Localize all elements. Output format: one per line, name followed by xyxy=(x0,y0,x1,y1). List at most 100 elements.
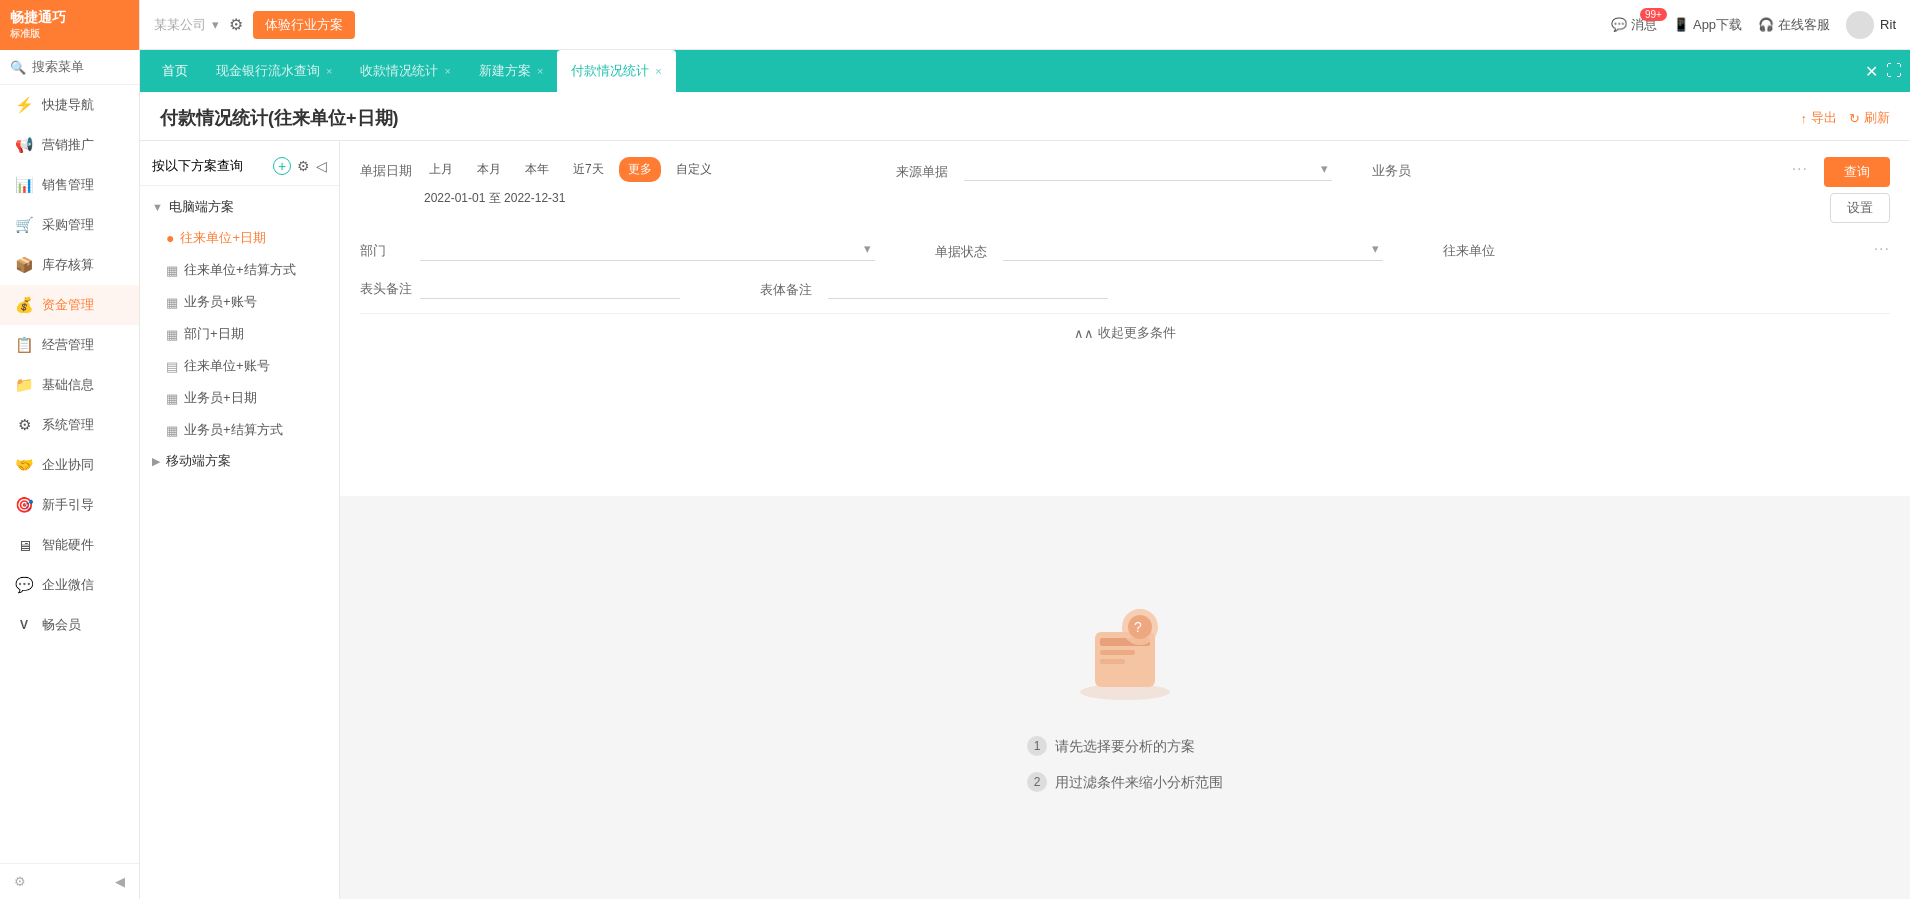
inventory-icon: 📦 xyxy=(14,255,34,275)
tab-close-all-icon[interactable]: ✕ xyxy=(1865,62,1878,81)
dept-select[interactable]: ▾ xyxy=(420,237,875,261)
tab-payment-stats[interactable]: 付款情况统计 × xyxy=(557,50,675,92)
sidebar-collapse-icon[interactable]: ◀ xyxy=(115,874,125,889)
scheme-item-salesperson-date[interactable]: ▦ 业务员+日期 xyxy=(140,382,339,414)
topbar-gear-icon[interactable]: ⚙ xyxy=(229,15,243,34)
settings-button[interactable]: 设置 xyxy=(1830,193,1890,223)
scheme-item-icon: ▦ xyxy=(166,391,178,406)
partner-field: 往来单位 ··· xyxy=(1443,237,1890,260)
app-download-button[interactable]: 📱 App下载 xyxy=(1673,16,1742,34)
user-profile[interactable]: Rit xyxy=(1846,11,1896,39)
refresh-button[interactable]: ↻ 刷新 xyxy=(1849,109,1890,127)
empty-hints: 1 请先选择要分析的方案 2 用过滤条件来缩小分析范围 xyxy=(1027,732,1223,804)
sidebar-item-purchase[interactable]: 🛒 采购管理 xyxy=(0,205,139,245)
sidebar-item-label: 新手引导 xyxy=(42,496,94,514)
date-btn-7days[interactable]: 近7天 xyxy=(564,157,613,182)
scheme-item-label: 往来单位+日期 xyxy=(180,229,266,247)
sidebar-item-system[interactable]: ⚙ 系统管理 xyxy=(0,405,139,445)
scheme-add-icon[interactable]: + xyxy=(273,157,291,175)
status-field: 单据状态 ▾ xyxy=(935,237,1382,261)
sidebar-item-label: 系统管理 xyxy=(42,416,94,434)
date-filter-controls: 上月 本月 本年 近7天 更多 自定义 2022-01-01 至 2022-12… xyxy=(420,157,856,207)
collapse-button[interactable]: ∧∧ 收起更多条件 xyxy=(1074,324,1176,342)
scheme-group-mobile: ▶ 移动端方案 xyxy=(140,446,339,476)
search-menu[interactable]: 🔍 搜索菜单 xyxy=(0,50,139,85)
company-selector[interactable]: 某某公司 ▾ xyxy=(154,16,219,34)
tab-bank-label: 现金银行流水查询 xyxy=(216,62,320,80)
scheme-group-mobile-header[interactable]: ▶ 移动端方案 xyxy=(140,446,339,476)
scheme-collapse-icon[interactable]: ◁ xyxy=(316,158,327,174)
scheme-group-pc-header[interactable]: ▼ 电脑端方案 xyxy=(140,192,339,222)
tab-bank-close-icon[interactable]: × xyxy=(326,65,332,77)
scheme-item-dept-date[interactable]: ▦ 部门+日期 xyxy=(140,318,339,350)
scheme-item-icon: ▦ xyxy=(166,423,178,438)
status-select[interactable]: ▾ xyxy=(1003,237,1382,261)
tab-payment-stats-label: 付款情况统计 xyxy=(571,62,649,80)
sales-icon: 📊 xyxy=(14,175,34,195)
export-label: 导出 xyxy=(1811,109,1837,127)
header-note-input[interactable] xyxy=(420,275,680,299)
export-button[interactable]: ↑ 导出 xyxy=(1801,109,1838,127)
tab-receipts-label: 收款情况统计 xyxy=(360,62,438,80)
partner-dots-btn[interactable]: ··· xyxy=(1874,240,1890,258)
sidebar-item-quick-nav[interactable]: ⚡ 快捷导航 xyxy=(0,85,139,125)
app-download-label: App下载 xyxy=(1693,16,1742,34)
scheme-item-icon: ▤ xyxy=(166,359,178,374)
tab-bank[interactable]: 现金银行流水查询 × xyxy=(202,50,346,92)
online-service-button[interactable]: 🎧 在线客服 xyxy=(1758,16,1830,34)
scheme-panel: 按以下方案查询 + ⚙ ◁ ▼ 电脑端方案 ● 往来单位+日期 xyxy=(140,141,340,899)
sidebar-settings-icon[interactable]: ⚙ xyxy=(14,874,26,889)
scheme-item-active-icon: ● xyxy=(166,230,174,246)
notifications-button[interactable]: 💬 消息 99+ xyxy=(1611,16,1657,34)
sidebar-item-basic[interactable]: 📁 基础信息 xyxy=(0,365,139,405)
logo-name: 畅捷通巧 xyxy=(10,9,66,27)
date-btn-this-year[interactable]: 本年 xyxy=(516,157,558,182)
sidebar-item-label: 企业微信 xyxy=(42,576,94,594)
tab-receipts[interactable]: 收款情况统计 × xyxy=(346,50,464,92)
sidebar-item-label: 营销推广 xyxy=(42,136,94,154)
sidebar-item-inventory[interactable]: 📦 库存核算 xyxy=(0,245,139,285)
date-btn-this-month[interactable]: 本月 xyxy=(468,157,510,182)
sidebar: 畅捷通巧 标准版 🔍 搜索菜单 ⚡ 快捷导航 📢 营销推广 📊 销售管理 🛒 采… xyxy=(0,0,140,899)
tab-payment-stats-close-icon[interactable]: × xyxy=(655,65,661,77)
sidebar-item-hardware[interactable]: 🖥 智能硬件 xyxy=(0,525,139,565)
filter-panel: 单据日期 上月 本月 本年 近7天 更多 自定义 2022-01-01 至 20… xyxy=(340,141,1910,496)
tab-receipts-close-icon[interactable]: × xyxy=(444,65,450,77)
wechat-icon: 💬 xyxy=(14,575,34,595)
mobile-group-arrow-icon: ▶ xyxy=(152,455,160,468)
tab-new-plan-label: 新建方案 xyxy=(479,62,531,80)
service-icon: 🎧 xyxy=(1758,17,1774,32)
scheme-item-label: 业务员+日期 xyxy=(184,389,257,407)
date-btn-custom[interactable]: 自定义 xyxy=(667,157,721,182)
scheme-item-salesperson-account[interactable]: ▦ 业务员+账号 xyxy=(140,286,339,318)
trial-industry-button[interactable]: 体验行业方案 xyxy=(253,11,355,39)
date-btn-last-month[interactable]: 上月 xyxy=(420,157,462,182)
tab-new-plan[interactable]: 新建方案 × xyxy=(465,50,557,92)
sidebar-item-wechat[interactable]: 💬 企业微信 xyxy=(0,565,139,605)
scheme-item-partner-account[interactable]: ▤ 往来单位+账号 xyxy=(140,350,339,382)
scheme-settings-icon[interactable]: ⚙ xyxy=(297,158,310,174)
tab-home[interactable]: 首页 xyxy=(148,50,202,92)
scheme-item-salesperson-settlement[interactable]: ▦ 业务员+结算方式 xyxy=(140,414,339,446)
sidebar-item-capital[interactable]: 💰 资金管理 xyxy=(0,285,139,325)
scheme-item-label: 业务员+结算方式 xyxy=(184,421,283,439)
query-button[interactable]: 查询 xyxy=(1824,157,1890,187)
sidebar-item-member[interactable]: V 畅会员 xyxy=(0,605,139,645)
salesperson-dots-btn[interactable]: ··· xyxy=(1792,160,1808,178)
sidebar-item-cooperation[interactable]: 🤝 企业协同 xyxy=(0,445,139,485)
company-name: 某某公司 xyxy=(154,16,206,34)
sidebar-item-guide[interactable]: 🎯 新手引导 xyxy=(0,485,139,525)
status-chevron-icon: ▾ xyxy=(1372,241,1379,256)
sidebar-item-sales[interactable]: 📊 销售管理 xyxy=(0,165,139,205)
date-btn-more[interactable]: 更多 xyxy=(619,157,661,182)
body-note-input[interactable] xyxy=(828,275,1108,299)
sidebar-item-operation[interactable]: 📋 经营管理 xyxy=(0,325,139,365)
tab-expand-icon[interactable]: ⛶ xyxy=(1886,62,1902,80)
scheme-panel-header: 按以下方案查询 + ⚙ ◁ xyxy=(140,151,339,186)
scheme-item-partner-date[interactable]: ● 往来单位+日期 xyxy=(140,222,339,254)
scheme-item-partner-settlement[interactable]: ▦ 往来单位+结算方式 xyxy=(140,254,339,286)
source-select[interactable]: ▾ xyxy=(964,157,1332,181)
sidebar-item-marketing[interactable]: 📢 营销推广 xyxy=(0,125,139,165)
scheme-item-label: 部门+日期 xyxy=(184,325,244,343)
tab-new-plan-close-icon[interactable]: × xyxy=(537,65,543,77)
